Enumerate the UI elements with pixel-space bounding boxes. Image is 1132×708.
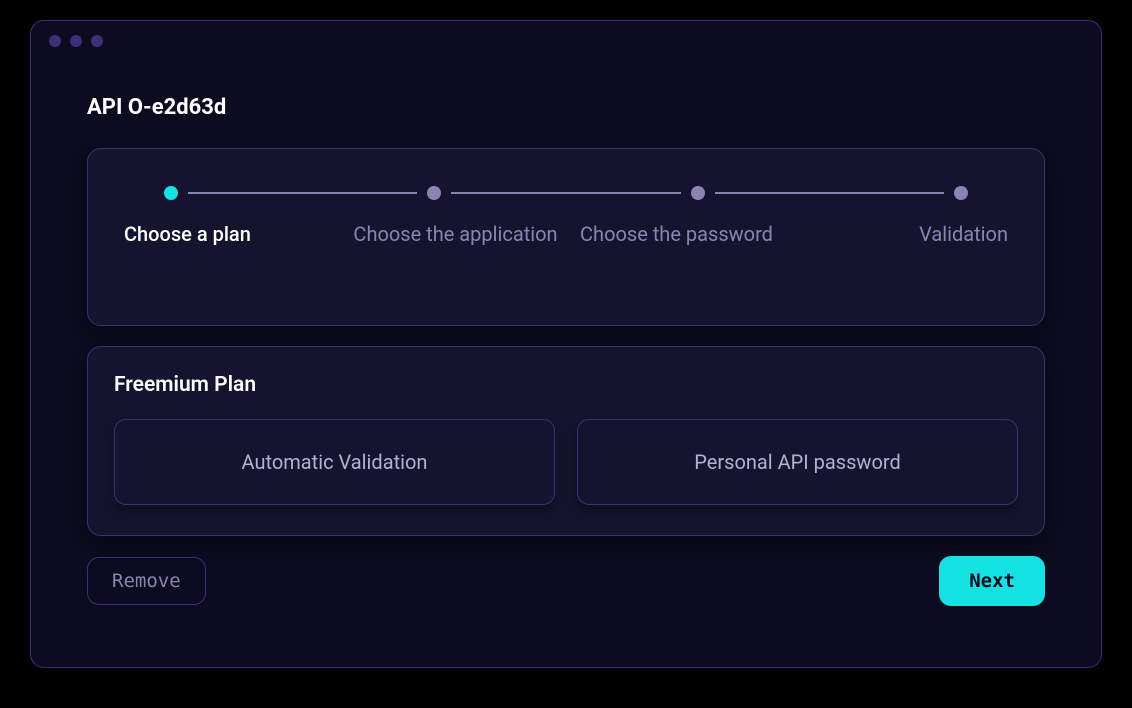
- page-title: API O-e2d63d: [87, 95, 1045, 120]
- stepper: Choose a plan Choose the application Cho…: [124, 177, 1008, 297]
- plan-option-automatic-validation[interactable]: Automatic Validation: [114, 419, 555, 505]
- step-label-3: Choose the password: [566, 221, 787, 247]
- step-node-4[interactable]: [954, 186, 968, 200]
- plan-title: Freemium Plan: [114, 373, 1018, 397]
- step-node-2[interactable]: [427, 186, 441, 200]
- step-node-3[interactable]: [691, 186, 705, 200]
- step-label-1: Choose a plan: [124, 221, 345, 247]
- step-label-4: Validation: [787, 221, 1008, 247]
- plan-option-label: Personal API password: [694, 450, 900, 474]
- window-dot-minimize[interactable]: [70, 35, 82, 47]
- window-dot-zoom[interactable]: [91, 35, 103, 47]
- step-label-2: Choose the application: [345, 221, 566, 247]
- step-node-1[interactable]: [164, 186, 178, 200]
- window-dot-close[interactable]: [49, 35, 61, 47]
- plan-option-personal-api-password[interactable]: Personal API password: [577, 419, 1018, 505]
- step-connector: [715, 192, 944, 194]
- plan-options: Automatic Validation Personal API passwo…: [114, 419, 1018, 505]
- step-connector: [451, 192, 680, 194]
- app-window: API O-e2d63d Choose a plan Choose the ap…: [30, 20, 1102, 668]
- window-titlebar: [31, 21, 1101, 47]
- stepper-panel: Choose a plan Choose the application Cho…: [87, 148, 1045, 326]
- remove-button[interactable]: Remove: [87, 557, 206, 605]
- plan-panel: Freemium Plan Automatic Validation Perso…: [87, 346, 1045, 536]
- footer-actions: Remove Next: [87, 556, 1045, 606]
- next-button[interactable]: Next: [939, 556, 1045, 606]
- content-area: API O-e2d63d Choose a plan Choose the ap…: [31, 47, 1101, 634]
- plan-option-label: Automatic Validation: [242, 450, 428, 474]
- step-connector: [188, 192, 417, 194]
